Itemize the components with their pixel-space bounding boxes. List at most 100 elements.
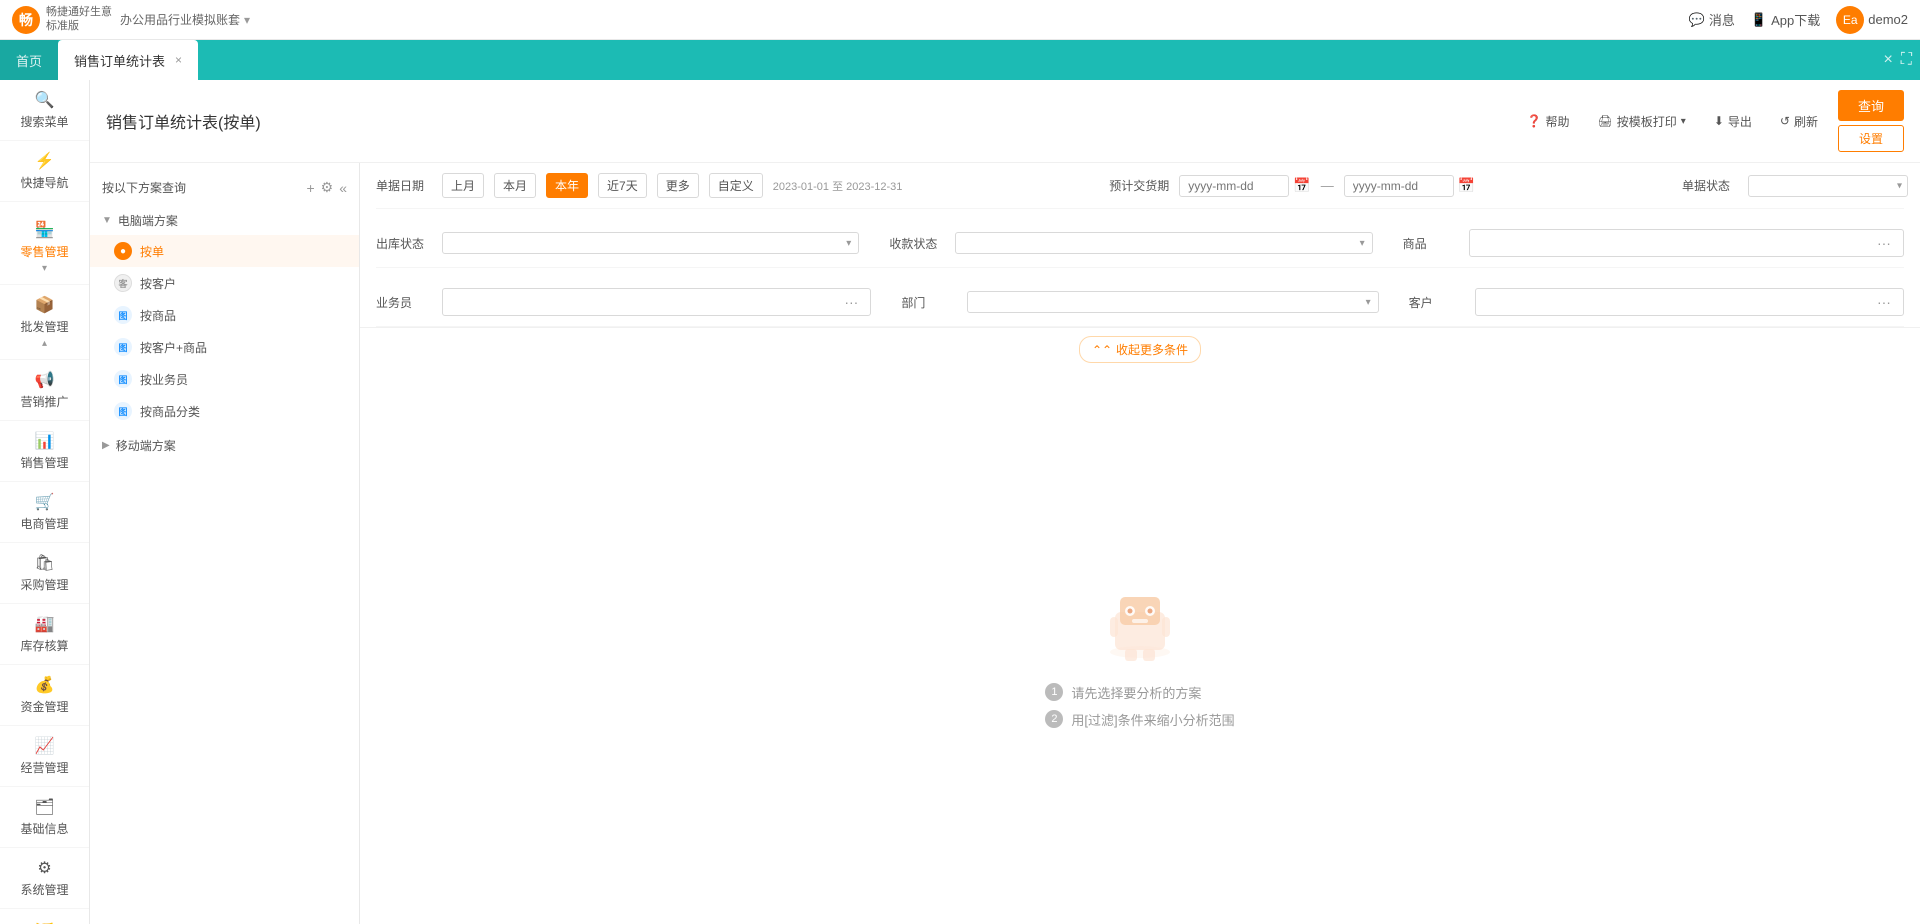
collapse-filter-button[interactable]: ⌃⌃ 收起更多条件 <box>1079 336 1201 363</box>
user-action[interactable]: Ea demo2 <box>1836 6 1908 34</box>
finance-icon: 💰 <box>35 675 55 695</box>
top-bar-left: 畅 畅捷通好生意 标准版 办公用品行业模拟账套 ▾ <box>12 6 250 34</box>
inventory-icon: 🏭 <box>35 614 55 634</box>
scheme-group-mobile-title[interactable]: ▶ 移动端方案 <box>90 431 359 460</box>
message-action[interactable]: 💬 消息 <box>1689 10 1735 29</box>
scheme-group-pc-title[interactable]: ▼ 电脑端方案 <box>90 206 359 235</box>
receipt-select[interactable] <box>955 232 1372 254</box>
logo-text: 畅捷通好生意 标准版 <box>46 6 112 32</box>
empty-tip-1: 1 请先选择要分析的方案 <box>1045 683 1234 702</box>
date-btn-this-month[interactable]: 本月 <box>494 173 536 198</box>
product-input[interactable] <box>1478 233 1873 253</box>
wholesale-icon: 📦 <box>35 295 55 315</box>
outstock-select[interactable] <box>442 232 859 254</box>
dept-select-wrapper: ▾ <box>967 291 1378 313</box>
date-from-input[interactable] <box>1179 175 1289 197</box>
sidebar-item-marketing[interactable]: 📢 营销推广 <box>0 360 89 421</box>
tip-num-2: 2 <box>1045 710 1063 728</box>
sidebar-item-purchase[interactable]: 🛍 采购管理 <box>0 543 89 604</box>
date-btn-last-month[interactable]: 上月 <box>442 173 484 198</box>
scheme-group-pc: ▼ 电脑端方案 ● 按单 客 按客户 图 按商品 <box>90 206 359 427</box>
sidebar-quick-nav-label: 快捷导航 <box>20 174 68 191</box>
tab-close-icon[interactable]: × <box>175 53 182 67</box>
setting-scheme-button[interactable]: ⚙ <box>321 179 334 196</box>
tip-num-1: 1 <box>1045 683 1063 701</box>
template-print-button[interactable]: 🖨 按模板打印 ▾ <box>1590 109 1694 134</box>
sidebar-item-retail[interactable]: 🏪 零售管理 ▾ <box>0 210 89 285</box>
sidebar-item-sales[interactable]: 📊 销售管理 <box>0 421 89 482</box>
date-btn-this-year[interactable]: 本年 <box>546 173 588 198</box>
add-scheme-button[interactable]: + <box>306 180 314 196</box>
product-input-wrapper: ··· <box>1469 229 1904 257</box>
tab-home[interactable]: 首页 <box>0 40 58 80</box>
dept-select[interactable] <box>967 291 1378 313</box>
date-btn-custom[interactable]: 自定义 <box>709 173 763 198</box>
receipt-select-wrapper: ▾ <box>955 232 1372 254</box>
date-to-input[interactable] <box>1344 175 1454 197</box>
app-download-action[interactable]: 📱 App下载 <box>1751 10 1820 29</box>
print-icon: 🖨 <box>1598 114 1613 128</box>
customer-label: 客户 <box>1409 294 1465 311</box>
top-bar-right: 💬 消息 📱 App下载 Ea demo2 <box>1689 6 1908 34</box>
retail-icon: 🏪 <box>35 220 55 240</box>
sidebar-search[interactable]: 🔍 搜索菜单 <box>0 80 89 141</box>
customer-more-icon[interactable]: ··· <box>1873 294 1895 310</box>
sidebar-ecommerce-label: 电商管理 <box>20 515 68 532</box>
settings-button[interactable]: 设置 <box>1838 125 1904 152</box>
sidebar-item-operations[interactable]: 📈 经营管理 <box>0 726 89 787</box>
calendar-from-icon[interactable]: 📅 <box>1293 177 1310 194</box>
scheme-item-4[interactable]: 图 按业务员 <box>90 363 359 395</box>
outstock-select-wrapper: ▾ <box>442 232 859 254</box>
sidebar-item-finance[interactable]: 💰 资金管理 <box>0 665 89 726</box>
salesperson-more-icon[interactable]: ··· <box>840 294 862 310</box>
sidebar-item-inventory[interactable]: 🏭 库存核算 <box>0 604 89 665</box>
help-button[interactable]: ❓ 帮助 <box>1519 109 1578 134</box>
scheme-item-0[interactable]: ● 按单 <box>90 235 359 267</box>
date-from-group: 📅 <box>1179 175 1310 197</box>
fullscreen-button[interactable]: ⛶ <box>1901 51 1912 69</box>
refresh-icon: ↺ <box>1780 114 1790 128</box>
export-button[interactable]: ⬇ 导出 <box>1706 109 1760 134</box>
status-select[interactable] <box>1748 175 1908 197</box>
product-more-icon[interactable]: ··· <box>1873 235 1895 251</box>
sidebar-item-ecommerce[interactable]: 🛒 电商管理 <box>0 482 89 543</box>
sales-icon: 📊 <box>35 431 55 451</box>
scheme-item-5[interactable]: 图 按商品分类 <box>90 395 359 427</box>
chevron-down-icon[interactable]: ▾ <box>244 13 250 27</box>
sidebar-item-basic[interactable]: 🗂 基础信息 <box>0 787 89 848</box>
refresh-button[interactable]: ↺ 刷新 <box>1772 109 1826 134</box>
calendar-to-icon[interactable]: 📅 <box>1458 177 1475 194</box>
page-header: 销售订单统计表(按单) ❓ 帮助 🖨 按模板打印 ▾ ⬇ 导出 ↺ 刷新 <box>90 80 1920 163</box>
expand-icon2: ▴ <box>42 338 47 349</box>
date-range-text: 2023-01-01 至 2023-12-31 <box>773 178 903 194</box>
sidebar-operations-label: 经营管理 <box>20 759 68 776</box>
receipt-label: 收款状态 <box>889 235 945 252</box>
filter-row-3: 业务员 ··· 部门 ▾ 客户 <box>376 278 1904 327</box>
outstock-label: 出库状态 <box>376 235 432 252</box>
empty-tips: 1 请先选择要分析的方案 2 用[过滤]条件来缩小分析范围 <box>1045 683 1234 729</box>
close-window-button[interactable]: × <box>1883 51 1892 69</box>
scheme-icon-0: ● <box>114 242 132 260</box>
sidebar-item-enterprise[interactable]: 🤝 企业协同 <box>0 909 89 924</box>
date-btn-7days[interactable]: 近7天 <box>598 173 647 198</box>
message-icon: 💬 <box>1689 12 1705 28</box>
sidebar-item-system[interactable]: ⚙ 系统管理 <box>0 848 89 909</box>
sidebar-item-wholesale[interactable]: 📦 批发管理 ▴ <box>0 285 89 360</box>
customer-input[interactable] <box>1484 292 1873 312</box>
scheme-item-3[interactable]: 图 按客户+商品 <box>90 331 359 363</box>
tab-active[interactable]: 销售订单统计表 × <box>58 40 198 80</box>
salesperson-input-wrapper: ··· <box>442 288 871 316</box>
filter-row-2: 出库状态 ▾ 收款状态 ▾ <box>376 219 1904 268</box>
sidebar-quick-nav[interactable]: ⚡ 快捷导航 <box>0 141 89 202</box>
sidebar-system-label: 系统管理 <box>20 881 68 898</box>
top-bar: 畅 畅捷通好生意 标准版 办公用品行业模拟账套 ▾ 💬 消息 📱 App下载 E… <box>0 0 1920 40</box>
search-icon: 🔍 <box>35 90 55 110</box>
collapse-panel-button[interactable]: « <box>339 180 347 196</box>
salesperson-input[interactable] <box>451 292 840 312</box>
date-btn-more[interactable]: 更多 <box>657 173 699 198</box>
scheme-item-2[interactable]: 图 按商品 <box>90 299 359 331</box>
status-select-wrapper <box>1748 175 1908 197</box>
scheme-item-1[interactable]: 客 按客户 <box>90 267 359 299</box>
filter-section: 单据日期 上月 本月 本年 近7天 更多 自定义 2023-01-01 至 20… <box>360 163 1920 327</box>
query-button[interactable]: 查询 <box>1838 90 1904 121</box>
